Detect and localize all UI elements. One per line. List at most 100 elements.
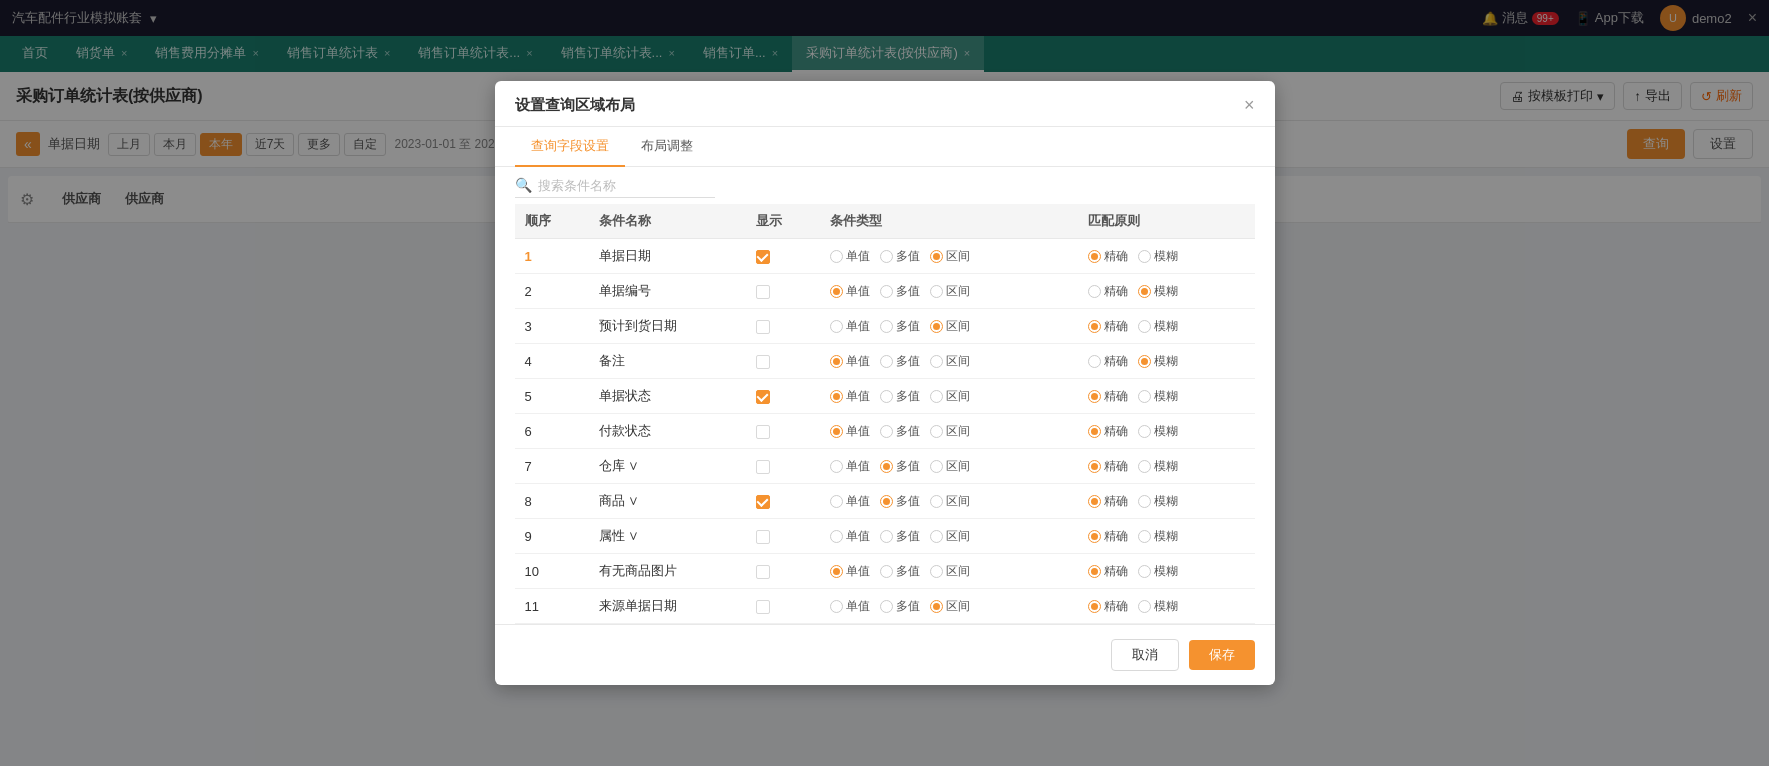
display-checkbox[interactable] xyxy=(756,600,770,614)
type-radio-item[interactable]: 区间 xyxy=(930,528,970,545)
match-radio-item[interactable]: 精确 xyxy=(1088,283,1128,300)
row-display[interactable] xyxy=(746,309,820,344)
row-display[interactable] xyxy=(746,344,820,379)
match-radio-item[interactable]: 模糊 xyxy=(1138,598,1178,615)
type-radio-item[interactable]: 多值 xyxy=(880,528,920,545)
display-checkbox[interactable] xyxy=(756,460,770,474)
save-button[interactable]: 保存 xyxy=(1189,640,1255,670)
display-checkbox[interactable] xyxy=(756,355,770,369)
type-radio-item[interactable]: 单值 xyxy=(830,248,870,265)
modal-overlay: 设置查询区域布局 × 查询字段设置 布局调整 🔍 顺序 xyxy=(0,0,1769,766)
type-radio-item[interactable]: 多值 xyxy=(880,318,920,335)
row-name: 属性 ∨ xyxy=(589,519,747,554)
type-radio-item[interactable]: 单值 xyxy=(830,598,870,615)
type-radio-item[interactable]: 单值 xyxy=(830,563,870,580)
match-radio-item[interactable]: 精确 xyxy=(1088,563,1128,580)
match-radio-item[interactable]: 精确 xyxy=(1088,458,1128,475)
match-radio-item[interactable]: 模糊 xyxy=(1138,353,1178,370)
dialog-close-button[interactable]: × xyxy=(1244,95,1255,116)
row-match: 精确模糊 xyxy=(1078,379,1255,414)
cancel-button[interactable]: 取消 xyxy=(1111,639,1179,671)
row-display[interactable] xyxy=(746,589,820,624)
type-radio-item[interactable]: 单值 xyxy=(830,353,870,370)
match-radio-item[interactable]: 模糊 xyxy=(1138,318,1178,335)
row-order: 1 xyxy=(515,239,589,274)
match-radio-item[interactable]: 精确 xyxy=(1088,248,1128,265)
display-checkbox[interactable] xyxy=(756,425,770,439)
match-radio-item[interactable]: 模糊 xyxy=(1138,493,1178,510)
type-radio-item[interactable]: 多值 xyxy=(880,388,920,405)
row-types: 单值多值区间 xyxy=(820,379,1077,414)
row-name: 预计到货日期 xyxy=(589,309,747,344)
display-checkbox[interactable] xyxy=(756,495,770,509)
display-checkbox[interactable] xyxy=(756,390,770,404)
match-radio-item[interactable]: 精确 xyxy=(1088,493,1128,510)
match-radio-item[interactable]: 模糊 xyxy=(1138,563,1178,580)
row-order: 3 xyxy=(515,309,589,344)
radio-circle xyxy=(930,600,943,613)
type-radio-item[interactable]: 单值 xyxy=(830,318,870,335)
display-checkbox[interactable] xyxy=(756,320,770,334)
match-radio-item[interactable]: 模糊 xyxy=(1138,528,1178,545)
type-radio-item[interactable]: 多值 xyxy=(880,423,920,440)
type-radio-item[interactable]: 区间 xyxy=(930,248,970,265)
type-radio-item[interactable]: 区间 xyxy=(930,388,970,405)
match-radio-item[interactable]: 精确 xyxy=(1088,598,1128,615)
row-display[interactable] xyxy=(746,239,820,274)
match-radio-item[interactable]: 精确 xyxy=(1088,423,1128,440)
type-radio-item[interactable]: 单值 xyxy=(830,528,870,545)
row-display[interactable] xyxy=(746,274,820,309)
row-display[interactable] xyxy=(746,554,820,589)
radio-label: 区间 xyxy=(946,458,970,475)
type-radio-item[interactable]: 区间 xyxy=(930,318,970,335)
radio-label: 单值 xyxy=(846,388,870,405)
match-radio-item[interactable]: 精确 xyxy=(1088,353,1128,370)
match-radio-item[interactable]: 模糊 xyxy=(1138,248,1178,265)
radio-circle xyxy=(880,460,893,473)
type-radio-item[interactable]: 区间 xyxy=(930,353,970,370)
radio-circle xyxy=(830,495,843,508)
type-radio-item[interactable]: 多值 xyxy=(880,493,920,510)
row-display[interactable] xyxy=(746,484,820,519)
row-display[interactable] xyxy=(746,519,820,554)
display-checkbox[interactable] xyxy=(756,285,770,299)
type-radio-item[interactable]: 多值 xyxy=(880,458,920,475)
table-row: 6付款状态单值多值区间精确模糊 xyxy=(515,414,1255,449)
match-radio-item[interactable]: 模糊 xyxy=(1138,283,1178,300)
radio-label: 区间 xyxy=(946,353,970,370)
search-input[interactable] xyxy=(538,178,698,193)
type-radio-item[interactable]: 区间 xyxy=(930,283,970,300)
type-radio-item[interactable]: 区间 xyxy=(930,598,970,615)
row-display[interactable] xyxy=(746,414,820,449)
type-radio-item[interactable]: 区间 xyxy=(930,563,970,580)
tab-layout[interactable]: 布局调整 xyxy=(625,127,709,167)
match-radio-item[interactable]: 模糊 xyxy=(1138,458,1178,475)
type-radio-item[interactable]: 多值 xyxy=(880,283,920,300)
type-radio-item[interactable]: 多值 xyxy=(880,563,920,580)
type-radio-item[interactable]: 单值 xyxy=(830,493,870,510)
display-checkbox[interactable] xyxy=(756,530,770,544)
type-radio-item[interactable]: 单值 xyxy=(830,388,870,405)
row-display[interactable] xyxy=(746,449,820,484)
display-checkbox[interactable] xyxy=(756,250,770,264)
tab-fields[interactable]: 查询字段设置 xyxy=(515,127,625,167)
type-radio-item[interactable]: 单值 xyxy=(830,458,870,475)
type-radio-item[interactable]: 单值 xyxy=(830,423,870,440)
match-radio-item[interactable]: 精确 xyxy=(1088,528,1128,545)
type-radio-item[interactable]: 多值 xyxy=(880,248,920,265)
match-radio-item[interactable]: 精确 xyxy=(1088,388,1128,405)
type-radio-item[interactable]: 区间 xyxy=(930,493,970,510)
match-radio-item[interactable]: 模糊 xyxy=(1138,423,1178,440)
type-radio-item[interactable]: 多值 xyxy=(880,598,920,615)
type-radio-item[interactable]: 区间 xyxy=(930,423,970,440)
match-radio-item[interactable]: 模糊 xyxy=(1138,388,1178,405)
display-checkbox[interactable] xyxy=(756,565,770,579)
table-row: 10有无商品图片单值多值区间精确模糊 xyxy=(515,554,1255,589)
row-match: 精确模糊 xyxy=(1078,309,1255,344)
match-radio-item[interactable]: 精确 xyxy=(1088,318,1128,335)
type-radio-item[interactable]: 多值 xyxy=(880,353,920,370)
type-radio-item[interactable]: 单值 xyxy=(830,283,870,300)
row-display[interactable] xyxy=(746,379,820,414)
type-radio-item[interactable]: 区间 xyxy=(930,458,970,475)
radio-circle xyxy=(930,530,943,543)
